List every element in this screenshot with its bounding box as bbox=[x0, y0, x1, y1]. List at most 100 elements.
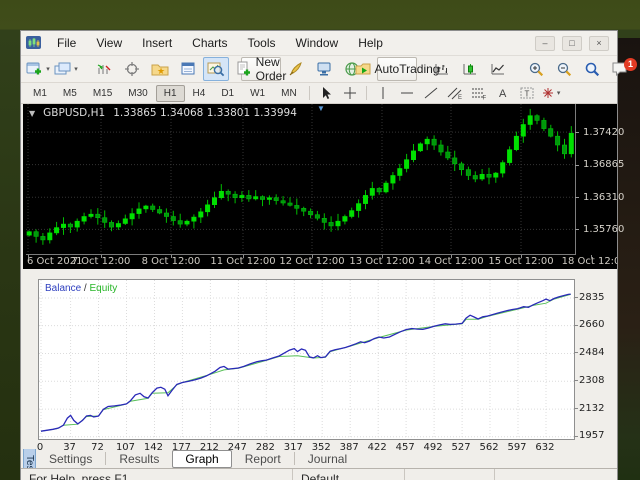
tester-y-axis-label: 2484 bbox=[579, 346, 605, 358]
bar-chart-mode-button[interactable] bbox=[429, 57, 455, 81]
tester-y-tick bbox=[574, 325, 578, 326]
menu-file[interactable]: File bbox=[47, 31, 86, 55]
candle-chart-mode-button[interactable] bbox=[457, 57, 483, 81]
data-window-button[interactable] bbox=[175, 57, 201, 81]
standard-toolbar: ▾ ▾ ★ New Order AutoTrading 1 bbox=[21, 55, 637, 83]
autotrading-button[interactable]: AutoTrading bbox=[355, 57, 439, 81]
channel-tool[interactable]: E bbox=[443, 84, 467, 102]
trendline-tool[interactable] bbox=[419, 84, 443, 102]
new-chart-button[interactable]: ▾ bbox=[25, 57, 51, 81]
tab-journal[interactable]: Journal bbox=[295, 451, 360, 467]
tester-y-axis-label: 1957 bbox=[579, 430, 605, 442]
window-controls: – □ × bbox=[535, 35, 617, 51]
candlestick-chart[interactable] bbox=[26, 104, 592, 254]
toolbar-separator bbox=[365, 86, 367, 100]
zoom-out-button[interactable] bbox=[551, 57, 577, 81]
time-tick bbox=[243, 255, 244, 258]
legend-balance: Balance bbox=[45, 283, 82, 294]
dropdown-arrow-icon[interactable]: ▾ bbox=[557, 89, 561, 97]
zoom-in-button[interactable] bbox=[523, 57, 549, 81]
time-tick bbox=[521, 255, 522, 258]
tester-panel: Balance / Equity 2835 2660 2484 2308 2132 195… bbox=[23, 271, 617, 453]
dropdown-arrow-icon[interactable]: ▾ bbox=[74, 65, 78, 73]
toolbar-separator bbox=[308, 86, 310, 100]
favorites-button[interactable]: ★ bbox=[147, 57, 173, 81]
vertical-line-tool[interactable] bbox=[371, 84, 395, 102]
app-logo-icon bbox=[25, 35, 43, 51]
timeframe-h4[interactable]: H4 bbox=[185, 85, 214, 102]
line-chart-mode-button[interactable] bbox=[485, 57, 511, 81]
market-watch-button[interactable] bbox=[91, 57, 117, 81]
arrows-tool[interactable]: ▾ bbox=[539, 84, 563, 102]
profiles-button[interactable]: ▾ bbox=[53, 57, 79, 81]
menu-charts[interactable]: Charts bbox=[182, 31, 237, 55]
tester-x-axis-label: 562 bbox=[479, 442, 499, 453]
tab-report[interactable]: Report bbox=[232, 451, 294, 467]
notification-badge: 1 bbox=[624, 58, 637, 71]
price-axis-label: 1.36865 bbox=[583, 159, 625, 171]
timeframe-d1[interactable]: D1 bbox=[213, 85, 242, 102]
timeframe-m5[interactable]: M5 bbox=[55, 85, 85, 102]
chart-shift-marker-icon[interactable]: ▼ bbox=[317, 104, 325, 113]
tester-y-tick bbox=[574, 436, 578, 437]
timeframe-group: M1 M5 M15 M30 H1 H4 D1 W1 MN bbox=[25, 84, 305, 102]
status-segment bbox=[495, 469, 617, 480]
horizontal-line-tool[interactable] bbox=[395, 84, 419, 102]
tester-x-axis-label: 422 bbox=[367, 442, 387, 453]
bar-chart-mode-icon bbox=[434, 62, 450, 76]
data-window-icon bbox=[180, 61, 196, 77]
navigator-button[interactable] bbox=[119, 57, 145, 81]
new-order-button[interactable]: New Order bbox=[237, 55, 286, 83]
menu-help[interactable]: Help bbox=[348, 31, 393, 55]
status-profile: Default bbox=[293, 469, 405, 480]
balance-equity-chart[interactable] bbox=[39, 280, 574, 439]
zoom-in-icon bbox=[528, 61, 544, 77]
timeframe-m1[interactable]: M1 bbox=[25, 85, 55, 102]
minimize-button[interactable]: – bbox=[535, 35, 555, 51]
menu-tools[interactable]: Tools bbox=[238, 31, 286, 55]
timeframe-m30[interactable]: M30 bbox=[120, 85, 155, 102]
search-button[interactable] bbox=[579, 57, 605, 81]
menu-insert[interactable]: Insert bbox=[132, 31, 182, 55]
tab-results[interactable]: Results bbox=[106, 451, 172, 467]
price-chart-panel[interactable]: ▼ GBPUSD,H1 1.33865 1.34068 1.33801 1.33… bbox=[23, 104, 624, 269]
tab-graph[interactable]: Graph bbox=[172, 449, 232, 468]
tester-y-tick bbox=[574, 380, 578, 381]
metaeditor-button[interactable] bbox=[283, 57, 309, 81]
status-segment bbox=[405, 469, 495, 480]
svg-text:A: A bbox=[499, 88, 507, 100]
tester-tabs: Settings Results Graph Report Journal bbox=[36, 449, 360, 468]
notifications-button[interactable]: 1 bbox=[607, 57, 637, 81]
timeframe-mn[interactable]: MN bbox=[273, 85, 305, 102]
zoom-out-icon bbox=[556, 61, 572, 77]
svg-text:E: E bbox=[458, 95, 462, 100]
tester-graph-plot[interactable]: Balance / Equity bbox=[38, 279, 575, 440]
status-bar: For Help, press F1 Default bbox=[21, 468, 617, 480]
timeframe-m15[interactable]: M15 bbox=[85, 85, 120, 102]
tester-x-axis-label: 457 bbox=[395, 442, 415, 453]
restore-button[interactable]: □ bbox=[562, 35, 582, 51]
text-label-tool[interactable]: T bbox=[515, 84, 539, 102]
chart-menu-arrow-icon[interactable]: ▼ bbox=[29, 109, 35, 118]
tab-settings[interactable]: Settings bbox=[36, 451, 105, 467]
cursor-tool[interactable] bbox=[314, 84, 338, 102]
terminal-button[interactable] bbox=[311, 57, 337, 81]
text-tool[interactable]: A bbox=[491, 84, 515, 102]
crosshair-tool[interactable] bbox=[338, 84, 362, 102]
tester-y-axis-label: 2660 bbox=[579, 319, 605, 331]
close-button[interactable]: × bbox=[589, 35, 609, 51]
desktop-background bbox=[617, 38, 640, 480]
timeframe-h1[interactable]: H1 bbox=[155, 84, 185, 102]
dropdown-arrow-icon[interactable]: ▾ bbox=[46, 65, 50, 73]
fibonacci-tool[interactable]: F bbox=[467, 84, 491, 102]
menu-window[interactable]: Window bbox=[286, 31, 349, 55]
timeframe-w1[interactable]: W1 bbox=[242, 85, 273, 102]
menu-view[interactable]: View bbox=[86, 31, 132, 55]
time-tick bbox=[382, 255, 383, 258]
strategy-tester-button[interactable] bbox=[203, 57, 229, 81]
search-icon bbox=[584, 61, 600, 77]
candlestick-plot[interactable] bbox=[26, 104, 592, 255]
strategy-tester-icon bbox=[207, 61, 225, 77]
price-tick bbox=[575, 229, 579, 230]
tester-y-tick bbox=[574, 297, 578, 298]
